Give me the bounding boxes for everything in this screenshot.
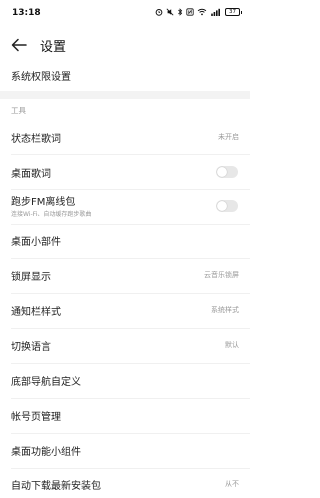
row-label: 桌面歌词 — [11, 168, 51, 180]
divider — [11, 433, 250, 434]
divider — [11, 328, 250, 329]
divider — [11, 189, 250, 190]
divider — [11, 293, 250, 294]
nfc-icon — [186, 8, 194, 16]
row-label: 帐号页管理 — [11, 411, 61, 423]
section-divider — [0, 91, 250, 99]
page-title: 设置 — [40, 39, 67, 55]
row-label: 锁屏显示 — [11, 271, 51, 283]
row-value: 系统样式 — [211, 306, 239, 314]
battery-icon: 37 — [225, 8, 242, 16]
mute-icon — [166, 8, 174, 16]
bluetooth-icon — [177, 8, 183, 16]
divider — [11, 398, 250, 399]
header: 设置 — [0, 28, 250, 62]
row-label: 底部导航自定义 — [11, 376, 81, 388]
toggle-knob — [217, 201, 227, 211]
row-value: 默认 — [225, 341, 239, 349]
row-label: 切换语言 — [11, 341, 51, 353]
row-bottom-nav[interactable]: 底部导航自定义 — [0, 366, 250, 394]
status-time: 13:18 — [12, 8, 41, 18]
divider — [11, 224, 250, 225]
row-lockscreen[interactable]: 锁屏显示 云音乐锁屏 — [0, 261, 250, 289]
alarm-icon — [155, 8, 163, 16]
divider — [11, 258, 250, 259]
signal-icon — [210, 8, 222, 16]
row-desktop-lyrics[interactable]: 桌面歌词 — [0, 158, 250, 186]
row-notification-style[interactable]: 通知栏样式 系统样式 — [0, 296, 250, 324]
divider — [11, 363, 250, 364]
status-bar: 13:18 37 — [0, 0, 250, 28]
row-desktop-function-widget[interactable]: 桌面功能小组件 — [0, 436, 250, 464]
row-value: 从不 — [225, 480, 239, 488]
divider — [11, 154, 250, 155]
section-header-tools: 工具 — [0, 102, 250, 118]
row-language[interactable]: 切换语言 默认 — [0, 331, 250, 359]
row-value: 未开启 — [218, 133, 239, 141]
divider — [11, 468, 250, 469]
row-label: 桌面小部件 — [11, 236, 61, 248]
row-running-fm[interactable]: 跑步FM离线包 连接Wi-Fi、自动缓存跑步歌曲 — [0, 191, 250, 221]
row-label: 状态栏歌词 — [11, 133, 61, 145]
row-value: 云音乐锁屏 — [204, 271, 239, 279]
row-label: 自动下载最新安装包 — [11, 480, 101, 492]
status-icons: 37 — [155, 8, 242, 16]
row-subtitle: 连接Wi-Fi、自动缓存跑步歌曲 — [11, 211, 92, 218]
row-label: 通知栏样式 — [11, 306, 61, 318]
row-status-lyrics[interactable]: 状态栏歌词 未开启 — [0, 123, 250, 151]
row-auto-download[interactable]: 自动下载最新安装包 从不 — [0, 471, 250, 497]
row-label: 桌面功能小组件 — [11, 446, 81, 458]
desktop-lyrics-toggle[interactable] — [216, 166, 238, 178]
row-desktop-widget[interactable]: 桌面小部件 — [0, 226, 250, 254]
wifi-icon — [197, 8, 207, 16]
row-label: 系统权限设置 — [11, 71, 71, 83]
back-arrow-icon[interactable] — [6, 32, 32, 58]
section-title: 工具 — [11, 105, 26, 115]
toggle-knob — [217, 167, 227, 177]
row-label: 跑步FM离线包 — [11, 197, 76, 208]
row-account-page[interactable]: 帐号页管理 — [0, 401, 250, 429]
row-system-permissions[interactable]: 系统权限设置 — [0, 62, 250, 88]
running-fm-toggle[interactable] — [216, 200, 238, 212]
